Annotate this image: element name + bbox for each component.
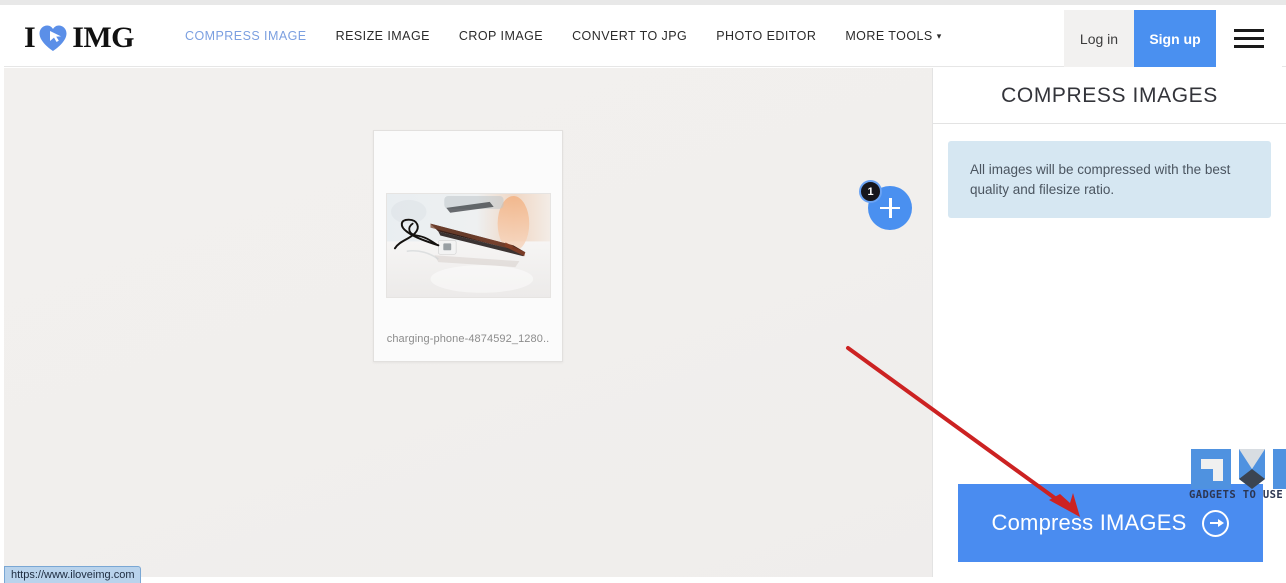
- image-workspace: charging-phone-4874592_1280.. 1: [4, 68, 932, 577]
- thumbnail-image: [386, 193, 551, 298]
- arrow-head: [1218, 519, 1225, 527]
- image-count-badge: 1: [859, 180, 882, 203]
- chevron-down-icon: ▾: [936, 31, 942, 41]
- logo-letters-img: IMG: [72, 21, 135, 54]
- image-thumbnail-card[interactable]: charging-phone-4874592_1280..: [373, 130, 563, 362]
- nav-label: CONVERT TO JPG: [572, 29, 688, 43]
- hamburger-bar: [1234, 45, 1264, 48]
- compress-button-label: Compress IMAGES: [991, 510, 1187, 535]
- nav-item-convert-to-jpg[interactable]: CONVERT TO JPG: [572, 29, 687, 43]
- info-message: All images will be compressed with the b…: [948, 141, 1271, 219]
- thumbnail-filename: charging-phone-4874592_1280..: [386, 333, 550, 345]
- hamburger-bar: [1234, 29, 1264, 32]
- main-nav: COMPRESS IMAGE RESIZE IMAGE CROP IMAGE C…: [185, 5, 942, 67]
- login-button[interactable]: Log in: [1064, 10, 1134, 67]
- nav-label: PHOTO EDITOR: [716, 29, 817, 43]
- nav-label: CROP IMAGE: [458, 29, 544, 43]
- nav-item-crop-image[interactable]: CROP IMAGE: [459, 29, 543, 43]
- options-sidebar: COMPRESS IMAGES All images will be compr…: [932, 68, 1286, 577]
- status-bar-url: https://www.iloveimg.com: [4, 566, 142, 583]
- nav-label: MORE TOOLS: [845, 29, 933, 43]
- signup-button[interactable]: Sign up: [1134, 10, 1216, 67]
- hamburger-menu-icon[interactable]: [1216, 10, 1282, 67]
- compress-images-button[interactable]: Compress IMAGES: [958, 484, 1263, 562]
- nav-label: COMPRESS IMAGE: [185, 29, 307, 43]
- nav-label: RESIZE IMAGE: [335, 29, 430, 43]
- nav-item-more-tools[interactable]: MORE TOOLS ▾: [845, 29, 941, 43]
- hamburger-bar: [1234, 37, 1264, 40]
- logo[interactable]: I IMG: [24, 21, 135, 55]
- auth-area: Log in Sign up: [1064, 10, 1282, 67]
- nav-item-resize-image[interactable]: RESIZE IMAGE: [336, 29, 430, 43]
- page-root: I IMG COMPRESS IMAGE RESIZE IMAGE CROP I…: [0, 0, 1286, 583]
- logo-letter-i: I: [24, 21, 36, 54]
- site-header: I IMG COMPRESS IMAGE RESIZE IMAGE CROP I…: [4, 5, 1286, 67]
- nav-item-compress-image[interactable]: COMPRESS IMAGE: [185, 29, 307, 43]
- sidebar-title: COMPRESS IMAGES: [933, 68, 1286, 124]
- nav-item-photo-editor[interactable]: PHOTO EDITOR: [716, 29, 816, 43]
- arrow-right-circle-icon: [1202, 509, 1230, 537]
- heart-icon: [38, 24, 68, 52]
- plus-icon: [880, 206, 900, 209]
